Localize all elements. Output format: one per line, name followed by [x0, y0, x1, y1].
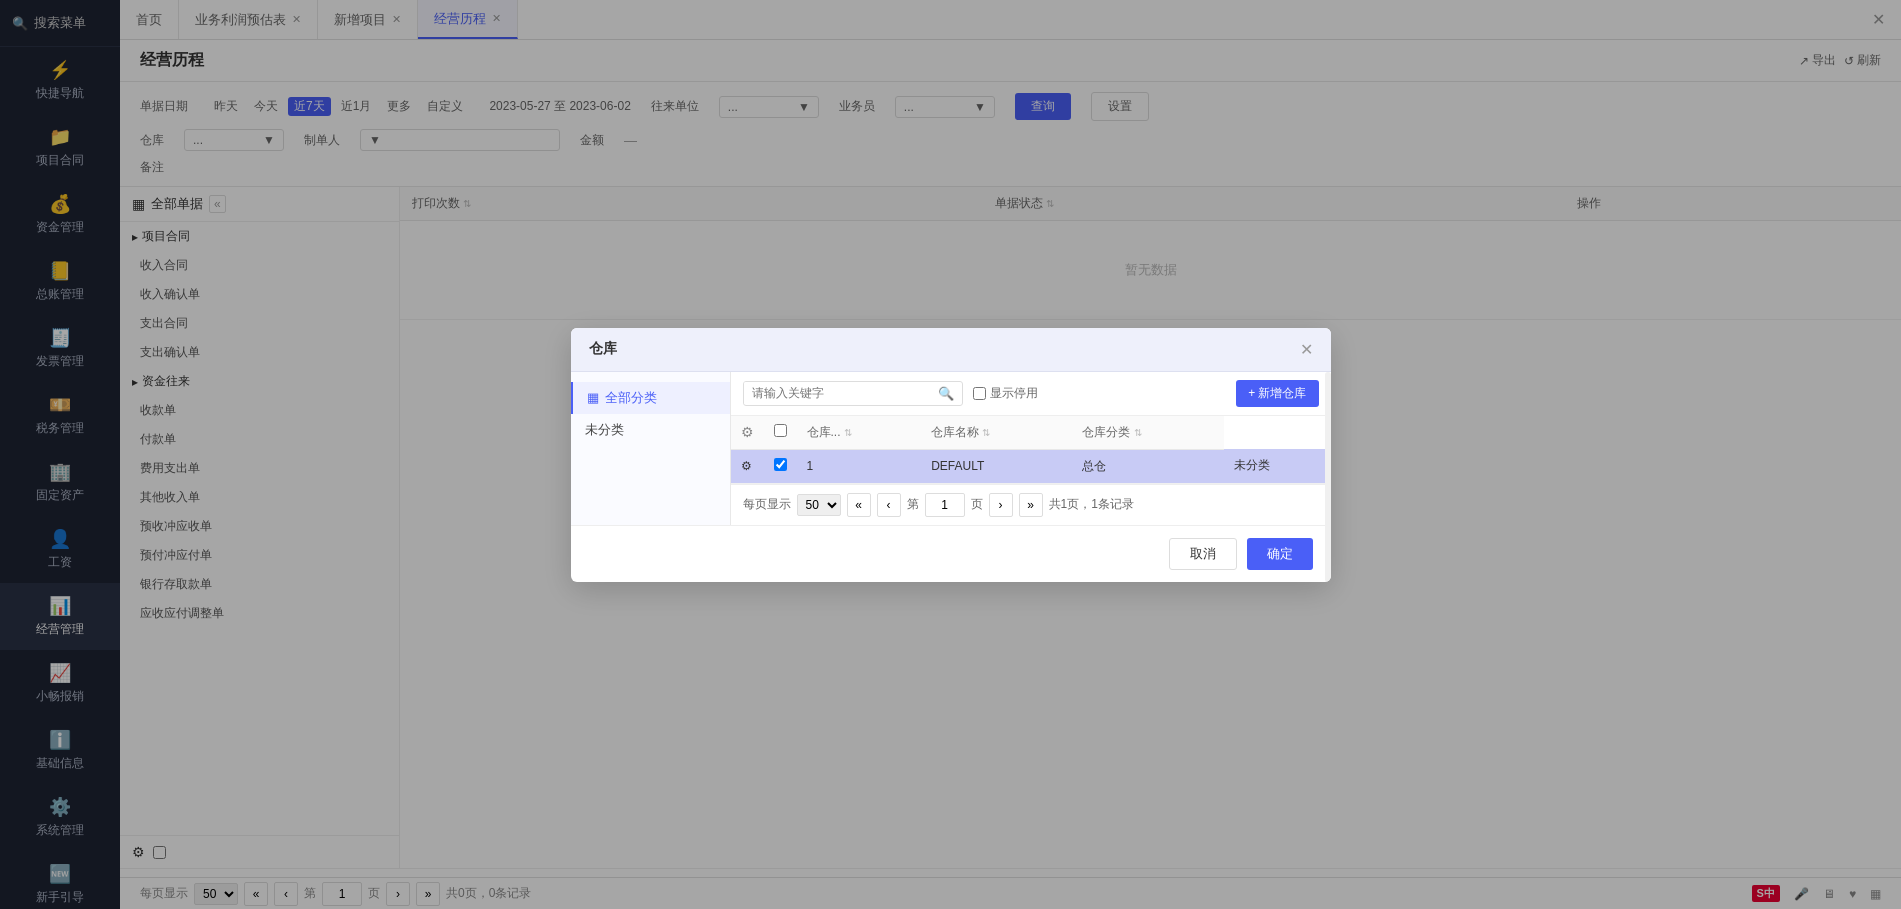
- select-all-checkbox[interactable]: [774, 424, 787, 437]
- modal-total-label: 共1页，1条记录: [1049, 496, 1134, 513]
- modal-first-btn[interactable]: «: [847, 493, 871, 517]
- row-gear-icon[interactable]: ⚙: [741, 459, 752, 473]
- col-warehouse-name: 仓库名称 ⇅: [921, 416, 1072, 450]
- modal-page-input[interactable]: [925, 493, 965, 517]
- modal-table: ⚙ 仓库... ⇅ 仓库名称 ⇅: [731, 416, 1331, 484]
- sort-name[interactable]: ⇅: [982, 427, 990, 438]
- modal-header: 仓库 ✕: [571, 328, 1331, 372]
- modal-toolbar: 🔍 显示停用 + 新增仓库: [731, 372, 1331, 416]
- col-warehouse-category: 仓库分类 ⇅: [1072, 416, 1223, 450]
- modal-close-btn[interactable]: ✕: [1300, 340, 1313, 359]
- modal-title: 仓库: [589, 340, 617, 358]
- cancel-button[interactable]: 取消: [1169, 538, 1237, 570]
- modal-actions: 取消 确定: [571, 525, 1331, 582]
- show-disabled-checkbox[interactable]: [973, 387, 986, 400]
- table-row[interactable]: ⚙ 1 DEFAULT 总仓 未分类: [731, 449, 1331, 483]
- row-category-cell: 未分类: [1224, 449, 1331, 483]
- confirm-button[interactable]: 确定: [1247, 538, 1313, 570]
- modal-page-prefix: 第: [907, 496, 919, 513]
- modal-category-uncategorized[interactable]: 未分类: [571, 414, 730, 446]
- show-disabled-label: 显示停用: [990, 385, 1038, 402]
- modal-pagination: 每页显示 50 « ‹ 第 页 › » 共1页，1条记录: [731, 484, 1331, 525]
- modal-right-panel: 🔍 显示停用 + 新增仓库 ⚙: [731, 372, 1331, 525]
- row-index-cell: 1: [797, 449, 922, 483]
- modal-next-btn[interactable]: ›: [989, 493, 1013, 517]
- modal-last-btn[interactable]: »: [1019, 493, 1043, 517]
- col-checkbox: [764, 416, 797, 450]
- row-name-cell: 总仓: [1072, 449, 1223, 483]
- row-code-cell: DEFAULT: [921, 449, 1072, 483]
- modal-search-box: 🔍: [743, 381, 963, 406]
- row-gear-cell: ⚙: [731, 449, 764, 483]
- modal-per-page-label: 每页显示: [743, 496, 791, 513]
- sort-category[interactable]: ⇅: [1134, 427, 1142, 438]
- modal-prev-btn[interactable]: ‹: [877, 493, 901, 517]
- row-checkbox-cell: [764, 449, 797, 483]
- all-category-icon: ▦: [587, 390, 599, 405]
- modal-body: ▦ 全部分类 未分类 🔍 显示停用 + 新增仓库: [571, 372, 1331, 525]
- warehouse-modal: 仓库 ✕ ▦ 全部分类 未分类 🔍: [571, 328, 1331, 582]
- modal-page-label: 页: [971, 496, 983, 513]
- add-warehouse-btn[interactable]: + 新增仓库: [1236, 380, 1318, 407]
- col-warehouse-code: 仓库... ⇅: [797, 416, 922, 450]
- col-gear: ⚙: [731, 416, 764, 450]
- row-checkbox[interactable]: [774, 458, 787, 471]
- show-disabled-option: 显示停用: [973, 385, 1038, 402]
- modal-search-input[interactable]: [744, 382, 930, 404]
- modal-per-page-select[interactable]: 50: [797, 494, 841, 516]
- modal-category-all[interactable]: ▦ 全部分类: [571, 382, 730, 414]
- table-gear-icon[interactable]: ⚙: [741, 424, 754, 440]
- modal-search-icon[interactable]: 🔍: [930, 382, 962, 405]
- sort-code[interactable]: ⇅: [844, 427, 852, 438]
- modal-left-panel: ▦ 全部分类 未分类: [571, 372, 731, 525]
